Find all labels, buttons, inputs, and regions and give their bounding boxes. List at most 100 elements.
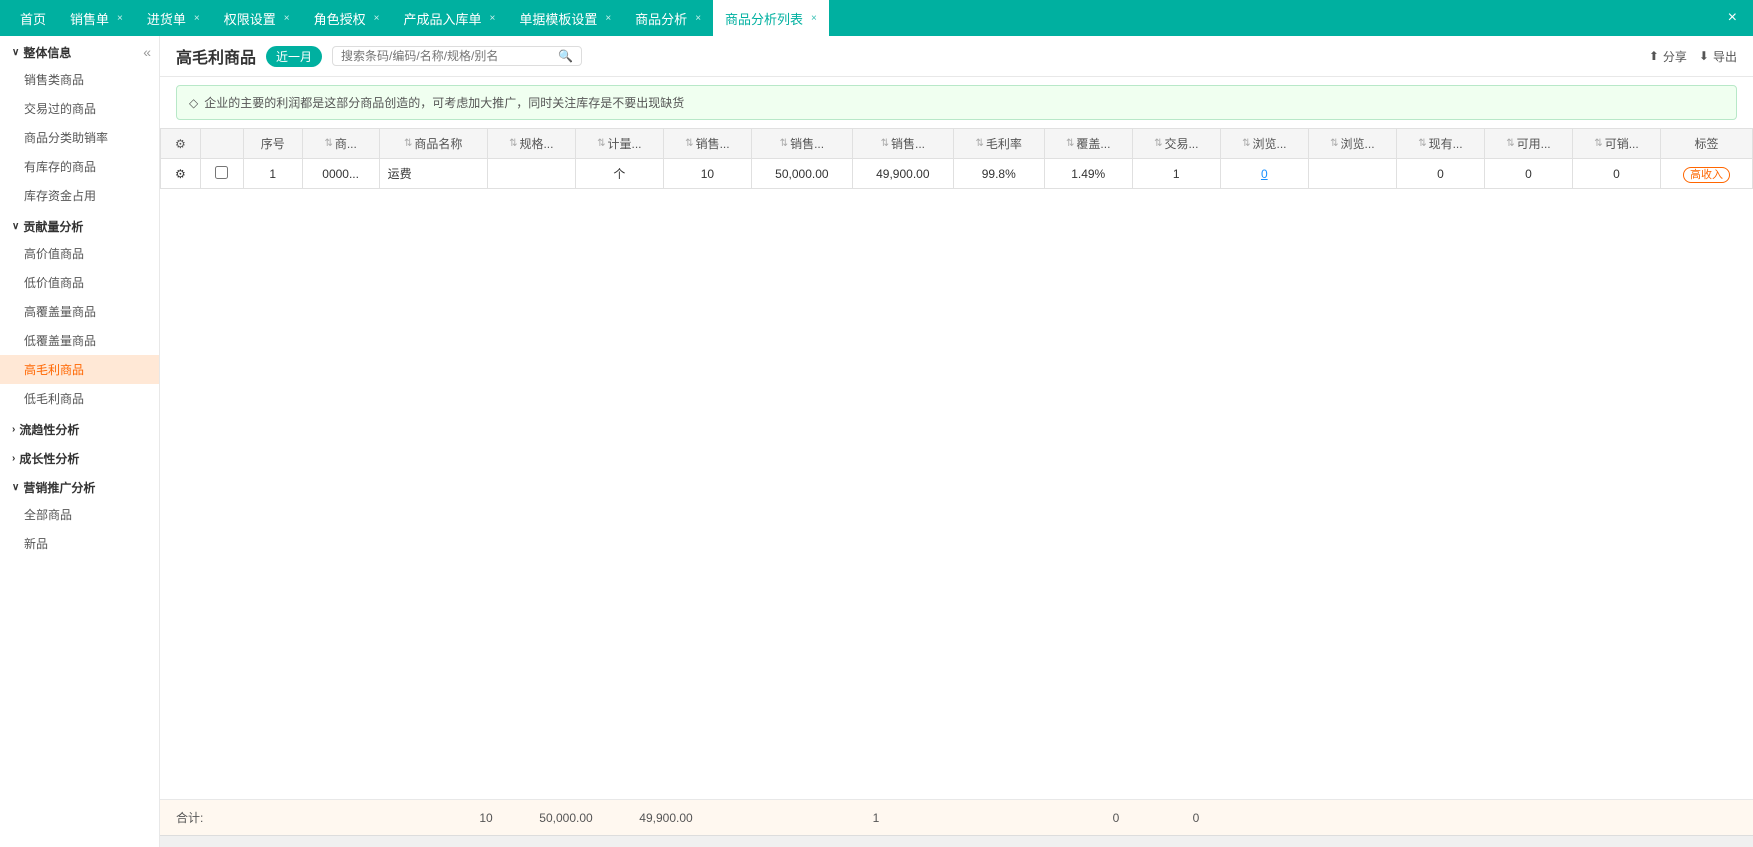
info-text: 企业的主要的利润都是这部分商品创造的，可考虑加大推广，同时关注库存是不要出现缺货: [204, 94, 684, 111]
cell-saleqty-0: 10: [663, 159, 751, 189]
nav-item-3[interactable]: 权限设置×: [212, 0, 302, 36]
date-filter-button[interactable]: 近一月: [266, 46, 322, 67]
sidebar-group-arrow-3: ›: [12, 453, 15, 464]
close-window-icon[interactable]: ×: [1720, 9, 1745, 27]
sidebar-group-2[interactable]: › 流趋性分析: [0, 413, 159, 442]
col-header-unit[interactable]: ⇅计量...: [575, 129, 663, 159]
col-sort-icon-saleAmt: ⇅: [780, 138, 788, 149]
sidebar-item-0-1[interactable]: 交易过的商品: [0, 94, 159, 123]
footer-cell-1: 10: [456, 811, 516, 825]
share-button[interactable]: ⬆ 分享: [1649, 48, 1687, 65]
nav-item-0[interactable]: 首页: [8, 0, 58, 36]
sidebar-item-1-3[interactable]: 低覆盖量商品: [0, 326, 159, 355]
sidebar-item-1-1[interactable]: 低价值商品: [0, 268, 159, 297]
sidebar-item-1-0[interactable]: 高价值商品: [0, 239, 159, 268]
cell-grossmargin-0: 99.8%: [953, 159, 1044, 189]
sidebar-item-1-4[interactable]: 高毛利商品: [0, 355, 159, 384]
sidebar-item-1-2[interactable]: 高覆盖量商品: [0, 297, 159, 326]
sidebar-item-0-3[interactable]: 有库存的商品: [0, 152, 159, 181]
footer-cell-3: 49,900.00: [616, 811, 716, 825]
sidebar-item-1-5[interactable]: 低毛利商品: [0, 384, 159, 413]
col-header-view1[interactable]: ⇅浏览...: [1220, 129, 1308, 159]
col-header-tag: 标签: [1661, 129, 1753, 159]
cell-saleable-0: 0: [1572, 159, 1660, 189]
col-header-saleQty[interactable]: ⇅销售...: [663, 129, 751, 159]
sidebar-group-1[interactable]: ∨贡献量分析: [0, 210, 159, 239]
col-header-coverage[interactable]: ⇅覆盖...: [1044, 129, 1132, 159]
col-header-saleAmt[interactable]: ⇅销售...: [751, 129, 852, 159]
sidebar-group-0[interactable]: ∨ 整体信息: [0, 36, 159, 65]
nav-close-icon-5[interactable]: ×: [489, 13, 495, 24]
scroll-bar[interactable]: [160, 835, 1753, 847]
col-sort-icon-available: ⇅: [1506, 138, 1514, 149]
cell-stock-0: 0: [1396, 159, 1484, 189]
col-sort-icon-coverage: ⇅: [1066, 138, 1074, 149]
nav-close-icon-8[interactable]: ×: [811, 13, 817, 24]
footer-total: 合计: 1050,000.0049,900.00100: [160, 799, 1753, 835]
col-header-settings: ⚙: [161, 129, 201, 159]
sidebar-item-0-4[interactable]: 库存资金占用: [0, 181, 159, 210]
sidebar-group-arrow-0: ∨: [12, 47, 19, 58]
cell-saleamt-0: 50,000.00: [751, 159, 852, 189]
col-header-grossMargin[interactable]: ⇅毛利率: [953, 129, 1044, 159]
col-sort-icon-grossMargin: ⇅: [976, 138, 984, 149]
cell-unit-0: 个: [575, 159, 663, 189]
nav-close-icon-7[interactable]: ×: [695, 13, 701, 24]
sidebar-group-3[interactable]: ›成长性分析: [0, 442, 159, 471]
col-sort-icon-saleProfit: ⇅: [881, 138, 889, 149]
nav-item-6[interactable]: 单据模板设置×: [507, 0, 623, 36]
nav-item-8[interactable]: 商品分析列表×: [713, 0, 829, 36]
sidebar-item-0-0[interactable]: 销售类商品: [0, 65, 159, 94]
nav-close-icon-1[interactable]: ×: [117, 13, 123, 24]
nav-item-5[interactable]: 产成品入库单×: [391, 0, 507, 36]
info-banner: ◇ 企业的主要的利润都是这部分商品创造的，可考虑加大推广，同时关注库存是不要出现…: [176, 85, 1737, 120]
data-table: ⚙序号⇅商...⇅商品名称⇅规格...⇅计量...⇅销售...⇅销售...⇅销售…: [160, 128, 1753, 189]
sidebar-group-label-2: 流趋性分析: [19, 421, 79, 438]
col-header-saleable[interactable]: ⇅可销...: [1572, 129, 1660, 159]
content-area: 高毛利商品 近一月 🔍 ⬆ 分享 ⬇ 导出 ◇ 企业的主要的利润都是这部分商品创…: [160, 36, 1753, 847]
nav-item-4[interactable]: 角色授权×: [302, 0, 392, 36]
sidebar-group-4[interactable]: ∨营销推广分析: [0, 471, 159, 500]
search-icon[interactable]: 🔍: [558, 49, 573, 63]
content-header: 高毛利商品 近一月 🔍 ⬆ 分享 ⬇ 导出: [160, 36, 1753, 77]
cell-view2-0: [1308, 159, 1396, 189]
footer-cell-9: 0: [1076, 811, 1156, 825]
sidebar-group-label-0: 整体信息: [23, 44, 71, 61]
nav-item-2[interactable]: 进货单×: [135, 0, 212, 36]
col-header-available[interactable]: ⇅可用...: [1484, 129, 1572, 159]
search-input[interactable]: [341, 49, 554, 63]
col-header-stock[interactable]: ⇅现有...: [1396, 129, 1484, 159]
export-button[interactable]: ⬇ 导出: [1699, 48, 1737, 65]
col-header-spec[interactable]: ⇅规格...: [487, 129, 575, 159]
sidebar-group-label-1: 贡献量分析: [23, 218, 83, 235]
sidebar-group-arrow-2: ›: [12, 424, 15, 435]
col-header-trade[interactable]: ⇅交易...: [1132, 129, 1220, 159]
col-header-view2[interactable]: ⇅浏览...: [1308, 129, 1396, 159]
col-sort-icon-saleable: ⇅: [1594, 138, 1602, 149]
cell-coverage-0: 1.49%: [1044, 159, 1132, 189]
nav-item-7[interactable]: 商品分析×: [623, 0, 713, 36]
sidebar-collapse-button[interactable]: «: [143, 44, 151, 60]
col-header-saleProfit[interactable]: ⇅销售...: [852, 129, 953, 159]
total-label: 合计:: [176, 809, 396, 826]
nav-close-icon-6[interactable]: ×: [605, 13, 611, 24]
footer-cell-10: 0: [1156, 811, 1236, 825]
nav-close-icon-4[interactable]: ×: [374, 13, 380, 24]
top-nav: 首页销售单×进货单×权限设置×角色授权×产成品入库单×单据模板设置×商品分析×商…: [0, 0, 1753, 36]
sidebar-item-4-1[interactable]: 新品: [0, 529, 159, 558]
cell-checkbox-0[interactable]: [200, 159, 243, 189]
col-sort-icon-name: ⇅: [404, 138, 412, 149]
cell-settings-0[interactable]: ⚙: [161, 159, 201, 189]
sidebar-item-4-0[interactable]: 全部商品: [0, 500, 159, 529]
nav-item-1[interactable]: 销售单×: [58, 0, 135, 36]
col-header-name[interactable]: ⇅商品名称: [379, 129, 487, 159]
nav-close-icon-3[interactable]: ×: [284, 13, 290, 24]
nav-close-icon-2[interactable]: ×: [194, 13, 200, 24]
cell-view1-0[interactable]: 0: [1220, 159, 1308, 189]
col-header-seq: 序号: [243, 129, 302, 159]
cell-saleprofit-0: 49,900.00: [852, 159, 953, 189]
sidebar-item-0-2[interactable]: 商品分类助销率: [0, 123, 159, 152]
col-sort-icon-view1: ⇅: [1242, 138, 1250, 149]
col-header-code[interactable]: ⇅商...: [302, 129, 379, 159]
col-sort-icon-trade: ⇅: [1154, 138, 1162, 149]
